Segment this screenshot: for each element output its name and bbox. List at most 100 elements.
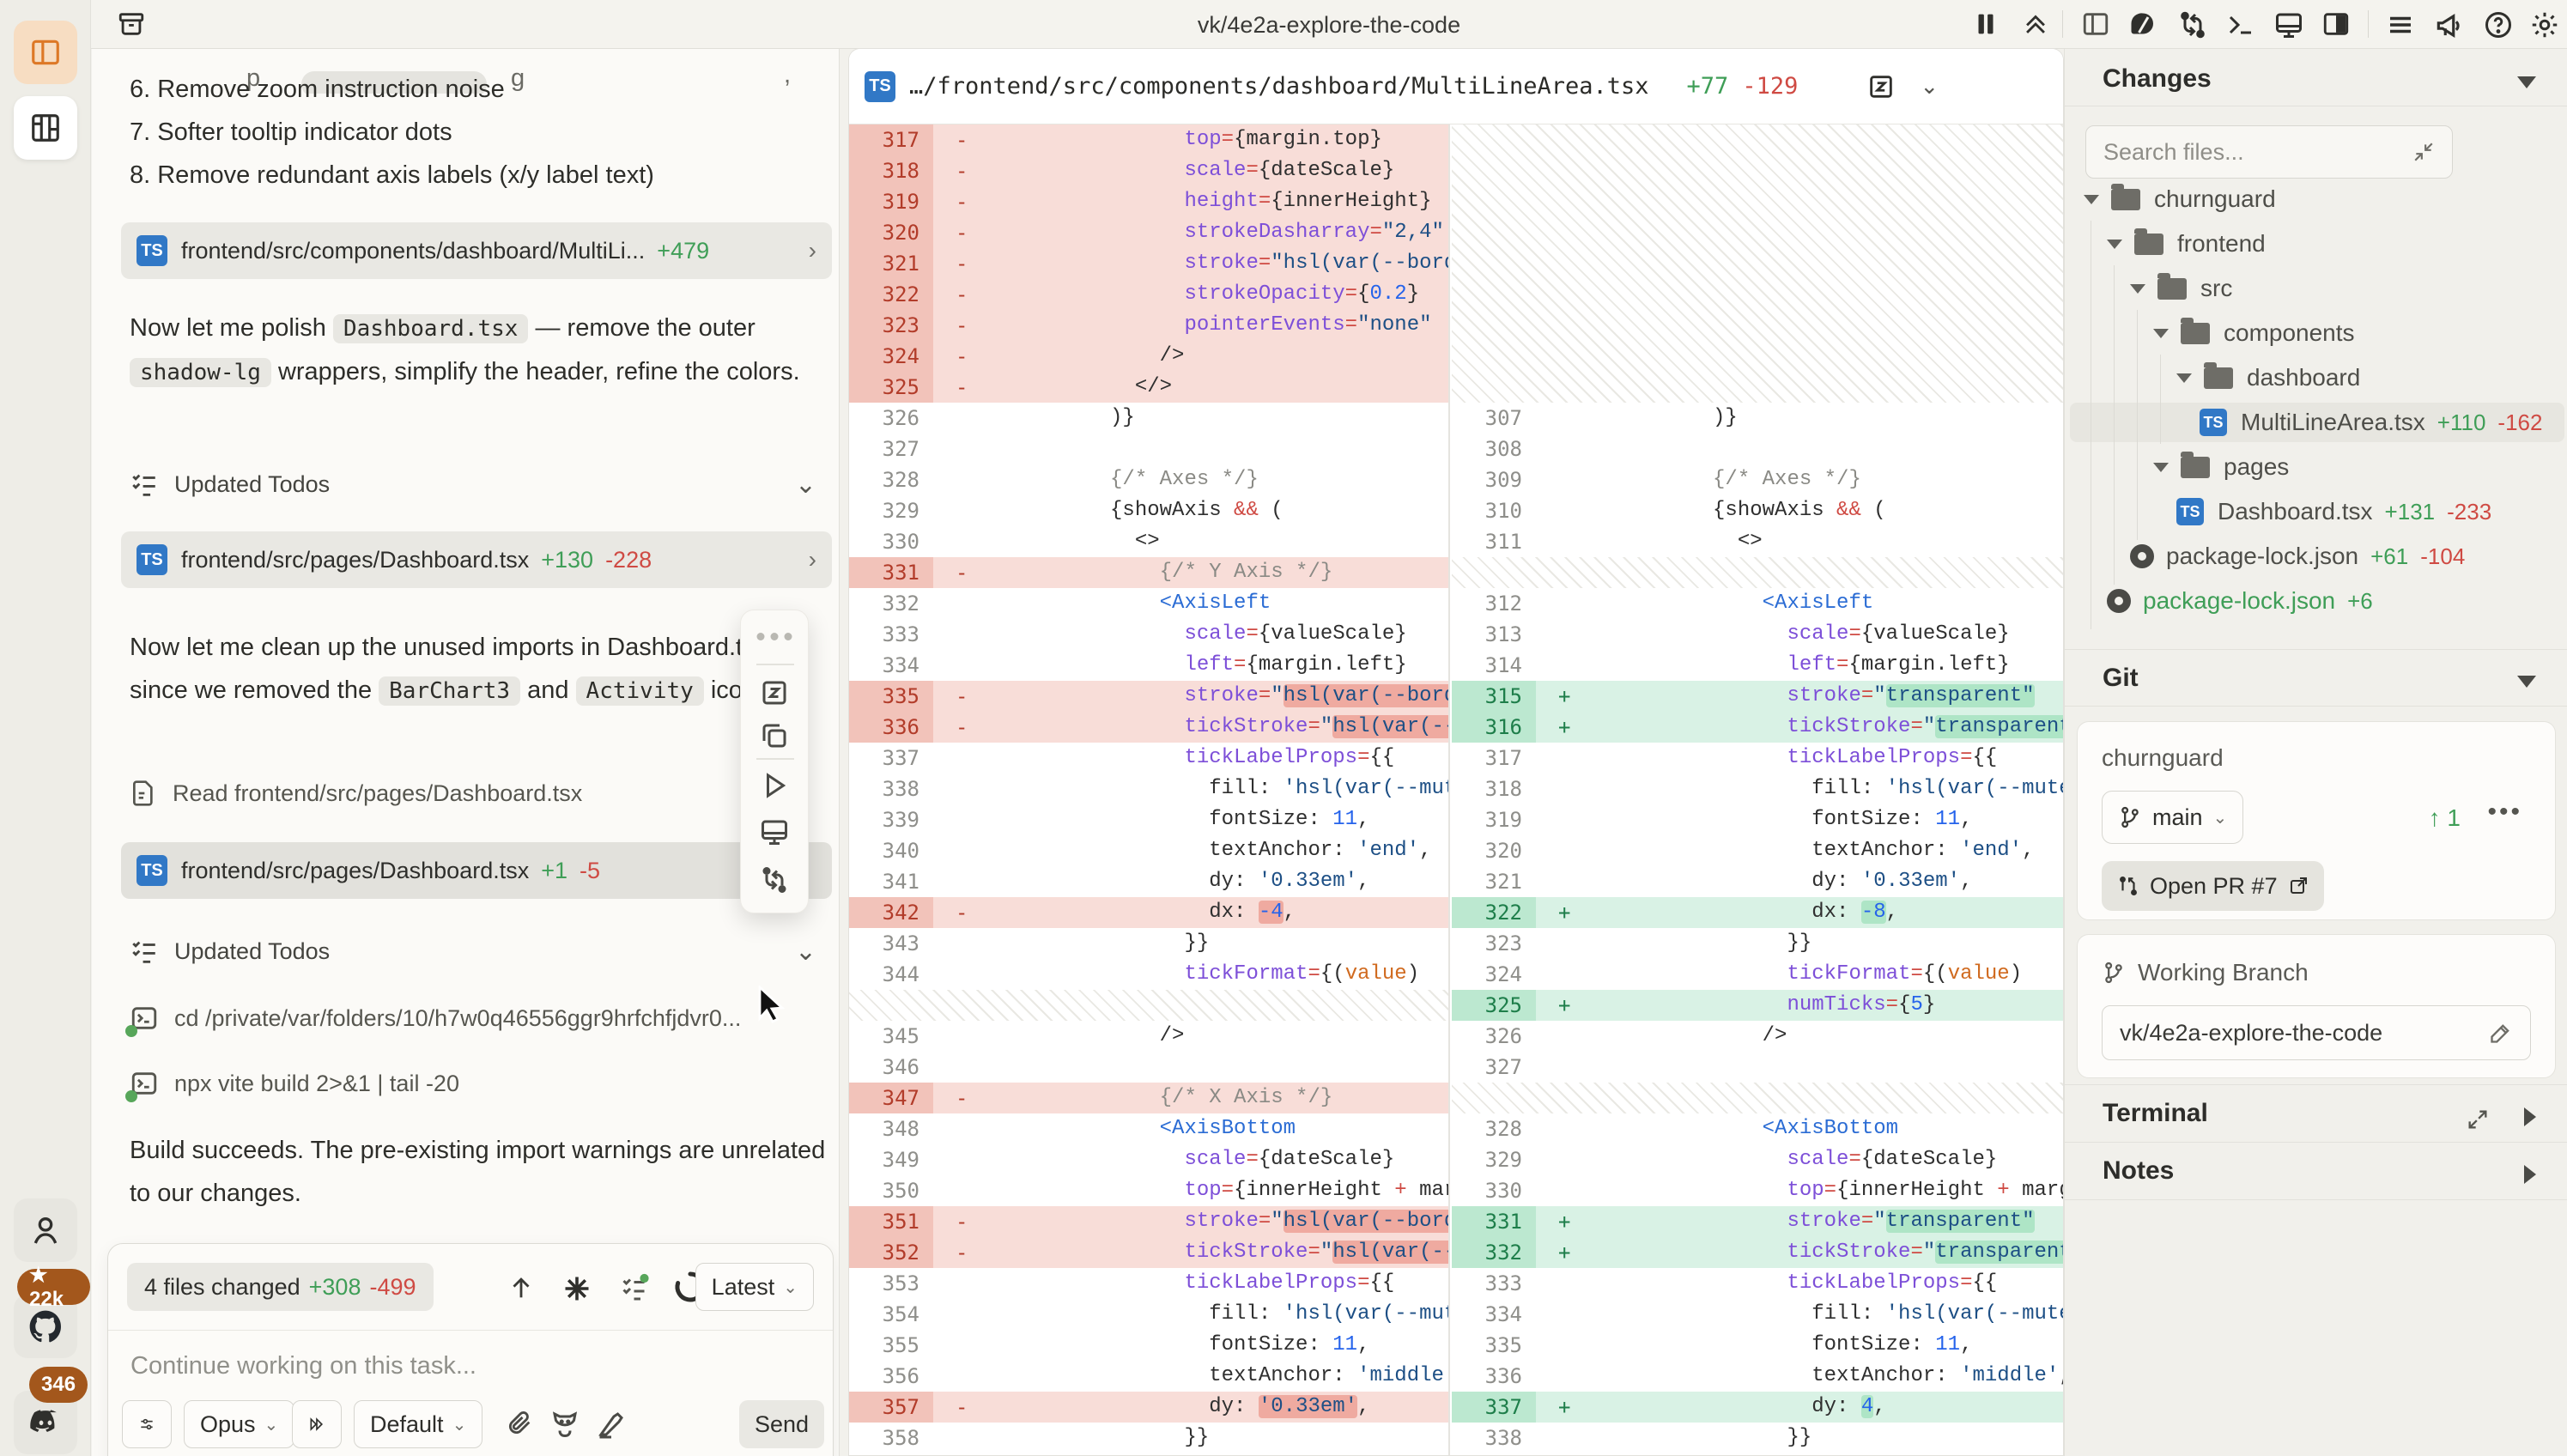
account-button[interactable] [14, 1198, 77, 1262]
tree-item-package-lock-json[interactable]: package-lock.json+6 [2070, 581, 2564, 621]
branch-selector[interactable]: main ⌄ [2102, 791, 2243, 844]
terminal-section-header[interactable]: Terminal [2103, 1099, 2208, 1128]
updated-todos-row[interactable]: Updated Todos ⌄ [130, 937, 816, 967]
chevron-right-icon[interactable]: › [809, 237, 816, 264]
pause-icon[interactable] [1971, 9, 2000, 39]
git-compare-icon[interactable] [2177, 9, 2208, 40]
board-view-button[interactable] [14, 96, 77, 160]
added-count: +479 [657, 238, 709, 264]
diff-gap-hatch [1452, 1083, 2064, 1113]
code-text: stroke="hsl(var(--border))" [986, 1206, 1448, 1237]
updated-todos-row[interactable]: Updated Todos ⌄ [130, 470, 816, 500]
tree-item-dashboard-tsx[interactable]: TSDashboard.tsx+131-233 [2070, 492, 2564, 531]
collapse-tree-icon[interactable] [2412, 141, 2435, 163]
collapse-up-icon[interactable] [2021, 9, 2050, 39]
tree-item-components[interactable]: components [2070, 313, 2564, 353]
tree-item-pages[interactable]: pages [2070, 447, 2564, 487]
fast-forward-button[interactable] [292, 1400, 342, 1448]
model-label: Opus [200, 1411, 256, 1438]
diff-new-pane[interactable]: 307 )}308309 {/* Axes */}310 {showAxis &… [1452, 124, 2064, 1455]
section-collapse-icon[interactable] [2517, 676, 2536, 688]
file-change-card[interactable]: TSfrontend/src/pages/Dashboard.tsx+130-2… [121, 531, 832, 588]
line-number: 334 [849, 650, 933, 681]
message-input[interactable]: Continue working on this task... [130, 1352, 476, 1380]
layout-panel-button[interactable] [14, 21, 77, 84]
diff-code-line: 319 fontSize: 11, [1452, 804, 2064, 835]
commits-ahead[interactable]: ↑ 1 [2429, 804, 2461, 832]
working-branch-input[interactable]: vk/4e2a-explore-the-code [2102, 1005, 2531, 1060]
file-search-input[interactable]: Search files... [2085, 125, 2453, 179]
terminal-command-row[interactable]: npx vite build 2>&1 | tail -20 [130, 1069, 459, 1098]
monitor-icon[interactable] [2273, 9, 2304, 40]
diff-mode-icon[interactable] [1866, 72, 1896, 101]
chevron-down-icon[interactable]: ⌄ [1920, 73, 1939, 100]
document-icon [130, 779, 157, 808]
caret-down-icon[interactable] [2176, 373, 2192, 383]
tree-item-src[interactable]: src [2070, 269, 2564, 308]
caret-down-icon[interactable] [2107, 240, 2122, 249]
edit-note-icon[interactable] [759, 677, 790, 708]
chat-bubble-icon[interactable] [2127, 9, 2158, 40]
code-text: {/* Y Axis */} [986, 557, 1448, 588]
help-icon[interactable] [2483, 9, 2514, 40]
git-section-header[interactable]: Git [2103, 664, 2139, 693]
mouse-cursor [755, 986, 789, 1023]
more-options-icon[interactable] [757, 633, 792, 640]
scroll-up-icon[interactable] [507, 1273, 536, 1302]
section-expand-icon[interactable] [2524, 1165, 2536, 1184]
section-collapse-icon[interactable] [2517, 76, 2536, 88]
files-changed-pill[interactable]: 4 files changed +308 -499 [127, 1263, 434, 1311]
diff-code-line: 338 }} [1452, 1423, 2064, 1453]
caret-down-icon[interactable] [2153, 463, 2169, 472]
diff-old-pane[interactable]: 317- top={margin.top}318- scale={dateSca… [849, 124, 1450, 1455]
cat-icon[interactable] [549, 1409, 580, 1440]
version-selector[interactable]: Latest ⌄ [695, 1263, 814, 1311]
expand-icon[interactable] [2466, 1107, 2490, 1131]
folder-icon [2111, 189, 2140, 210]
burst-icon[interactable] [561, 1273, 592, 1304]
file-change-card[interactable]: TSfrontend/src/pages/Dashboard.tsx+1-5 [121, 842, 832, 899]
changes-section-header[interactable]: Changes [2103, 64, 2212, 94]
composer-settings-button[interactable] [122, 1400, 172, 1448]
git-compare-icon[interactable] [759, 864, 790, 895]
panel-left-icon[interactable] [2081, 9, 2110, 39]
signature-pen-icon[interactable] [596, 1409, 627, 1440]
attachment-icon[interactable] [505, 1409, 534, 1438]
tree-item-dashboard[interactable]: dashboard [2070, 358, 2564, 397]
copy-icon[interactable] [759, 720, 790, 751]
chevron-down-icon[interactable]: ⌄ [795, 937, 816, 967]
tree-item-churnguard[interactable]: churnguard [2070, 179, 2564, 219]
todo-list-icon[interactable] [620, 1273, 651, 1304]
terminal-command-row[interactable]: cd /private/var/folders/10/h7w0q46556ggr… [130, 1004, 741, 1033]
panel-right-icon[interactable] [2321, 9, 2351, 39]
read-file-row[interactable]: Read frontend/src/pages/Dashboard.tsx [130, 779, 582, 808]
more-options-icon[interactable]: ••• [2487, 798, 2522, 827]
branch-icon [2102, 961, 2126, 985]
caret-down-icon[interactable] [2084, 195, 2099, 204]
model-selector[interactable]: Opus ⌄ [184, 1400, 294, 1448]
menu-icon[interactable] [2385, 9, 2416, 40]
monitor-icon[interactable] [759, 816, 790, 847]
caret-down-icon[interactable] [2153, 329, 2169, 338]
code-text: <AxisLeft [986, 588, 1448, 619]
notes-section-header[interactable]: Notes [2103, 1156, 2174, 1186]
tree-item-frontend[interactable]: frontend [2070, 224, 2564, 264]
file-change-card[interactable]: TSfrontend/src/components/dashboard/Mult… [121, 222, 832, 279]
play-icon[interactable] [759, 770, 790, 801]
line-number: 311 [1452, 526, 1536, 557]
chevron-right-icon[interactable]: › [809, 546, 816, 573]
open-pr-button[interactable]: Open PR #7 [2102, 861, 2324, 911]
terminal-icon[interactable] [2225, 9, 2256, 40]
send-button[interactable]: Send [739, 1400, 824, 1448]
mode-selector[interactable]: Default ⌄ [354, 1400, 482, 1448]
section-expand-icon[interactable] [2524, 1107, 2536, 1126]
code-text: scale={valueScale} [986, 619, 1448, 650]
tree-item-multilinearea-tsx[interactable]: TSMultiLineArea.tsx+110-162 [2070, 403, 2564, 442]
code-text: {showAxis && ( [1589, 495, 2064, 526]
tree-item-package-lock-json[interactable]: package-lock.json+61-104 [2070, 537, 2564, 576]
megaphone-icon[interactable] [2433, 9, 2466, 42]
chevron-down-icon[interactable]: ⌄ [795, 470, 816, 500]
caret-down-icon[interactable] [2130, 284, 2145, 294]
diff-marker [1536, 464, 1589, 495]
settings-gear-icon[interactable] [2529, 9, 2560, 40]
